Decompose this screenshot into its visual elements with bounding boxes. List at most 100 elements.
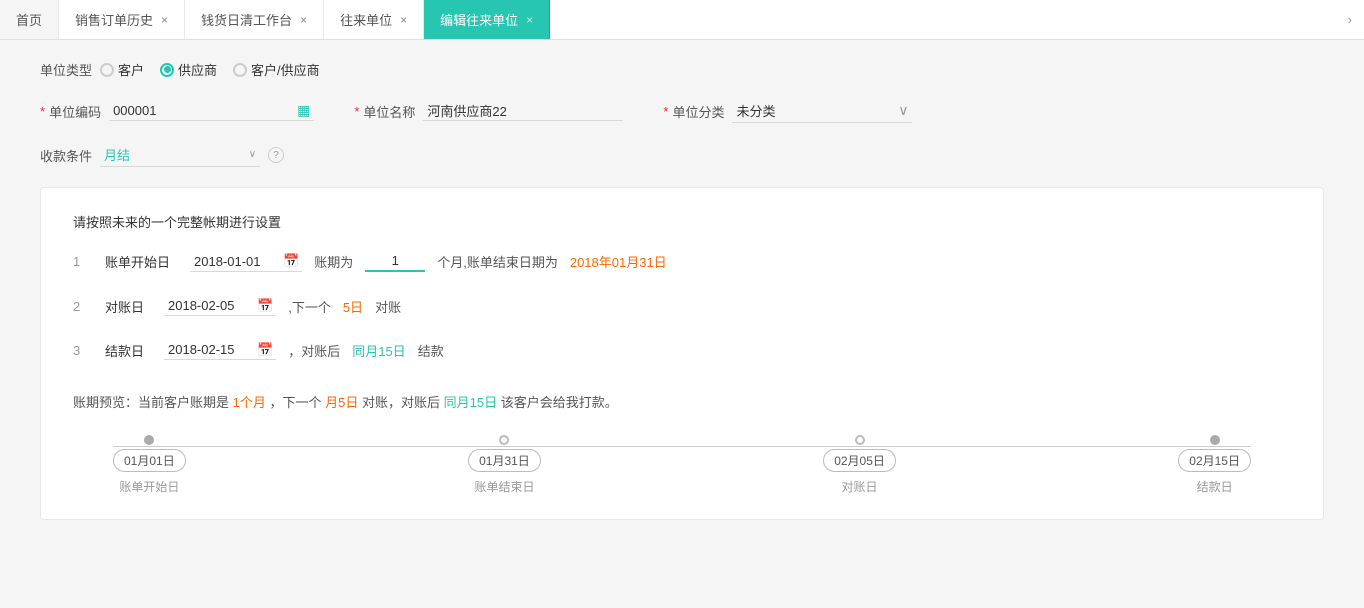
radio-customer-label: 客户	[118, 60, 144, 79]
tab-home[interactable]: 首页	[0, 0, 59, 39]
timeline-label-1: 账单开始日	[119, 478, 179, 495]
period-input[interactable]	[365, 251, 425, 272]
payment-date-label: 结款日	[105, 341, 144, 360]
bill-end-date-highlight: 2018年01月31日	[570, 252, 667, 271]
timeline-nodes: 01月01日 账单开始日 01月31日 账单结束日 02月05日 对账日 02月…	[113, 435, 1251, 495]
timeline-node-end: 01月31日 账单结束日	[468, 435, 541, 495]
unit-category-value: 未分类	[736, 101, 898, 120]
timeline-badge-2[interactable]: 01月31日	[468, 449, 541, 472]
unit-info-row: * 单位编码 ▦ * 单位名称 * 单位分类 未分类 ∨	[40, 99, 1324, 123]
main-content: 单位类型 客户 供应商 客户/供应商 * 单位编码	[0, 40, 1364, 608]
tab-cash-work-label: 钱货日清工作台	[201, 10, 292, 29]
timeline-badge-1[interactable]: 01月01日	[113, 449, 186, 472]
bill-start-date-input[interactable]	[190, 252, 280, 271]
radio-both-label: 客户/供应商	[251, 60, 320, 79]
payment-date-row: 3 结款日 📅 ，对账后 同月15日 结款	[73, 340, 1291, 360]
card-title: 请按照未来的一个完整帐期进行设置	[73, 212, 1291, 231]
unit-code-input-wrap: ▦	[109, 101, 314, 121]
payment-label: 收款条件	[40, 146, 92, 165]
timeline-node-reconcile: 02月05日 对账日	[823, 435, 896, 495]
tab-edit-partner[interactable]: 编辑往来单位 ×	[424, 0, 550, 39]
radio-customer-circle	[100, 63, 114, 77]
unit-category-select[interactable]: 未分类 ∨	[732, 99, 912, 123]
payment-date-wrap: 📅	[164, 340, 276, 360]
timeline-label-3: 对账日	[842, 478, 878, 495]
timeline-badge-3[interactable]: 02月05日	[823, 449, 896, 472]
tab-home-label: 首页	[16, 10, 42, 29]
reconcile-desc-prefix: ,下一个	[288, 297, 331, 316]
timeline-dot-start	[144, 435, 154, 445]
preview-text: 账期预览：当前客户账期是 1个月 ，下一个 月5日 对账，对账后 同月15日 该…	[73, 384, 1291, 411]
unit-type-row: 单位类型 客户 供应商 客户/供应商	[40, 60, 1324, 79]
unit-code-icon[interactable]: ▦	[293, 102, 314, 119]
radio-both-circle	[233, 63, 247, 77]
tab-partner[interactable]: 往来单位 ×	[324, 0, 424, 39]
bill-start-label: 账单开始日	[105, 252, 170, 271]
unit-code-input[interactable]	[109, 101, 293, 120]
timeline-label-2: 账单结束日	[474, 478, 534, 495]
radio-supplier-label: 供应商	[178, 60, 217, 79]
preview-middle2: 对账，对账后	[362, 395, 440, 410]
bill-start-desc-prefix: 账期为	[314, 252, 353, 271]
payment-select[interactable]: 月结 ∨	[100, 143, 260, 167]
payment-help-icon[interactable]: ?	[268, 147, 284, 163]
payment-row: 收款条件 月结 ∨ ?	[40, 143, 1324, 167]
unit-category-group: * 单位分类 未分类 ∨	[663, 99, 912, 123]
payment-desc-prefix: ，对账后	[288, 341, 340, 360]
timeline-label-4: 结款日	[1197, 478, 1233, 495]
tab-sales-history-label: 销售订单历史	[75, 10, 153, 29]
preview-part2: 月5日	[325, 395, 358, 410]
radio-supplier-circle	[160, 63, 174, 77]
payment-group: 收款条件 月结 ∨ ?	[40, 143, 284, 167]
tab-more-button[interactable]: ›	[1336, 0, 1364, 39]
tab-sales-history[interactable]: 销售订单历史 ×	[59, 0, 185, 39]
tab-bar: 首页 销售订单历史 × 钱货日清工作台 × 往来单位 × 编辑往来单位 × ›	[0, 0, 1364, 40]
unit-code-star: *	[40, 104, 45, 119]
reconcile-date-wrap: 📅	[164, 296, 276, 316]
unit-type-radios: 客户 供应商 客户/供应商	[100, 60, 320, 79]
timeline-dot-payment	[1210, 435, 1220, 445]
unit-category-star: *	[663, 104, 668, 119]
tab-edit-partner-close[interactable]: ×	[526, 13, 533, 27]
payment-chevron-icon: ∨	[249, 149, 256, 160]
timeline-dot-reconcile	[855, 435, 865, 445]
bill-start-calendar-icon[interactable]: 📅	[280, 253, 302, 269]
unit-name-label: 单位名称	[363, 102, 415, 121]
timeline-dot-end	[499, 435, 509, 445]
radio-supplier[interactable]: 供应商	[160, 60, 217, 79]
timeline-badge-4[interactable]: 02月15日	[1178, 449, 1251, 472]
unit-name-input-wrap	[423, 101, 623, 121]
bill-start-row: 1 账单开始日 📅 账期为 个月,账单结束日期为 2018年01月31日	[73, 251, 1291, 272]
tab-sales-history-close[interactable]: ×	[161, 13, 168, 27]
timeline-node-payment: 02月15日 结款日	[1178, 435, 1251, 495]
unit-category-chevron-icon: ∨	[898, 102, 908, 119]
preview-part1: 1个月	[233, 395, 266, 410]
radio-both[interactable]: 客户/供应商	[233, 60, 320, 79]
row-num-1: 1	[73, 254, 93, 269]
payment-date-input[interactable]	[164, 340, 254, 359]
unit-type-label: 单位类型	[40, 60, 92, 79]
unit-name-input[interactable]	[423, 101, 623, 120]
reconcile-calendar-icon[interactable]: 📅	[254, 298, 276, 314]
reconcile-desc-suffix: 对账	[375, 297, 401, 316]
reconcile-date-input[interactable]	[164, 296, 254, 315]
reconcile-label: 对账日	[105, 297, 144, 316]
payment-desc-suffix: 结款	[418, 341, 444, 360]
radio-customer[interactable]: 客户	[100, 60, 144, 79]
tab-cash-work[interactable]: 钱货日清工作台 ×	[185, 0, 324, 39]
unit-name-star: *	[354, 104, 359, 119]
preview-suffix: 该客户会给我打款。	[501, 395, 618, 410]
payment-calendar-icon[interactable]: 📅	[254, 342, 276, 358]
unit-type-group: 单位类型 客户 供应商 客户/供应商	[40, 60, 320, 79]
reconcile-highlight: 5日	[343, 297, 363, 316]
timeline-node-start: 01月01日 账单开始日	[113, 435, 186, 495]
tab-partner-close[interactable]: ×	[400, 13, 407, 27]
settings-card: 请按照未来的一个完整帐期进行设置 1 账单开始日 📅 账期为 个月,账单结束日期…	[40, 187, 1324, 520]
unit-name-group: * 单位名称	[354, 101, 623, 121]
bill-start-desc-suffix: 个月,账单结束日期为	[437, 252, 558, 271]
tab-partner-label: 往来单位	[340, 10, 392, 29]
bill-start-date-wrap: 📅	[190, 252, 302, 272]
timeline: 01月01日 账单开始日 01月31日 账单结束日 02月05日 对账日 02月…	[73, 435, 1291, 495]
preview-part3: 同月15日	[444, 395, 497, 410]
tab-cash-work-close[interactable]: ×	[300, 13, 307, 27]
